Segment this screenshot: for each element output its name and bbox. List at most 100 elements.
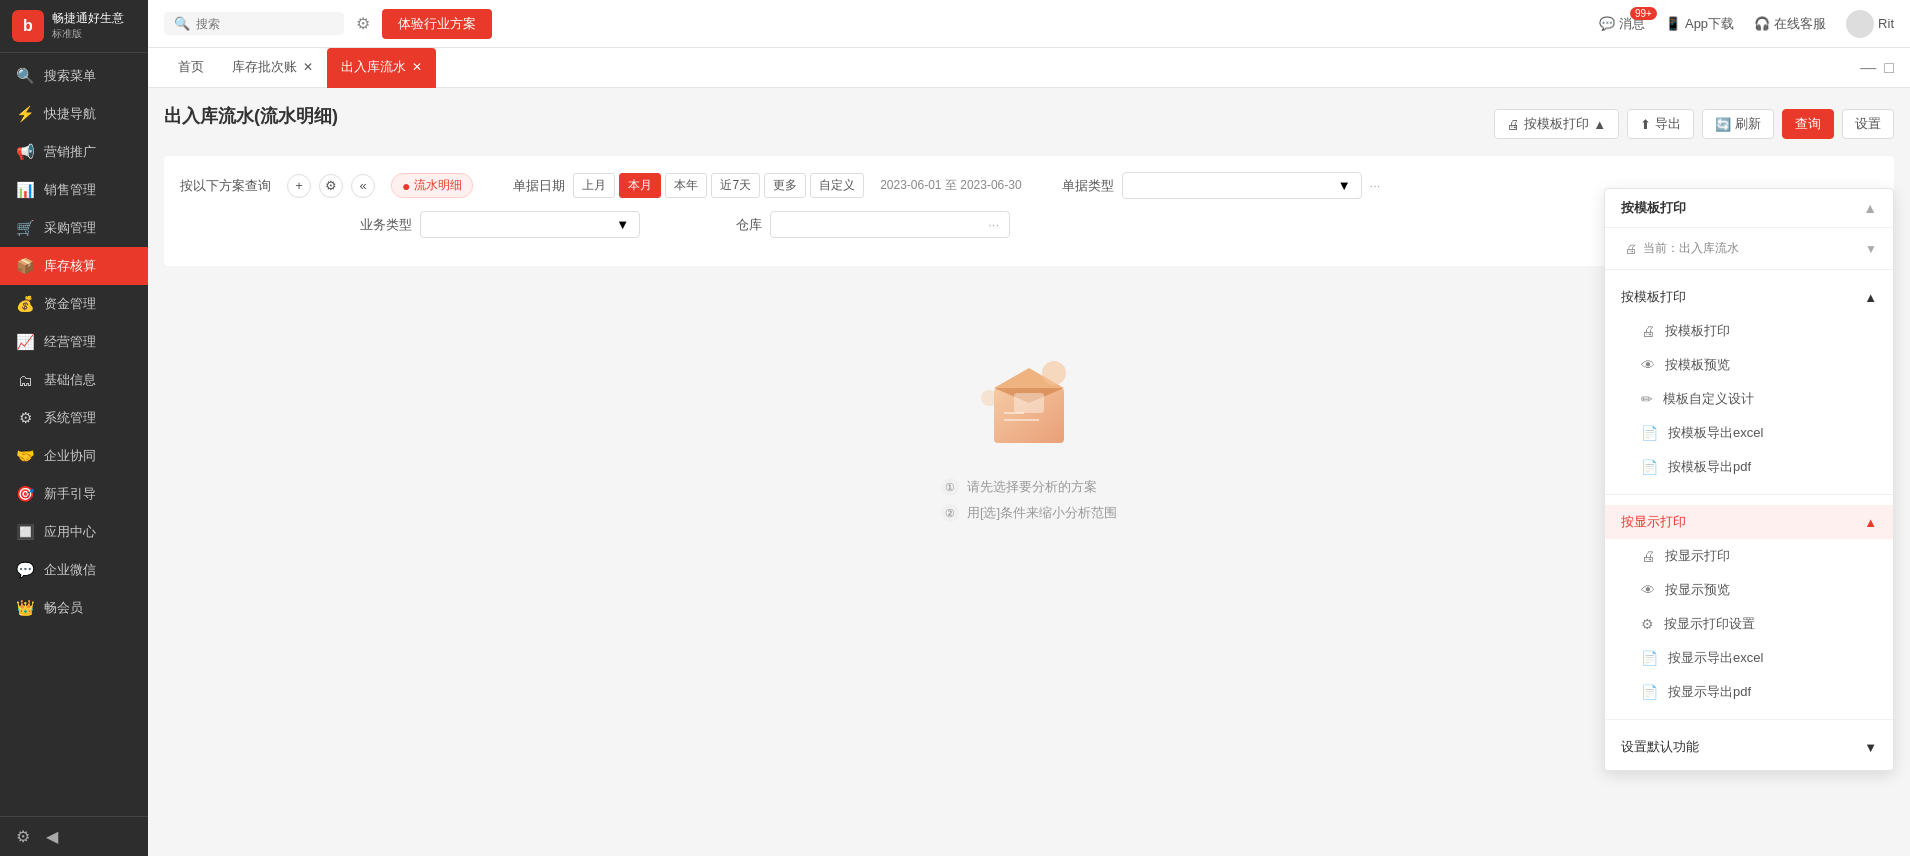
tab-expand-button[interactable]: □ — [1884, 59, 1894, 77]
filter-actions: + ⚙ « — [287, 174, 375, 198]
empty-tips: ① 请先选择要分析的方案 ② 用[选]条件来缩小分析范围 — [941, 478, 1117, 522]
dropdown-header: 按模板打印 ▲ — [1605, 189, 1893, 228]
user-profile[interactable]: Rit — [1846, 10, 1894, 38]
dropdown-up-icon[interactable]: ▲ — [1863, 200, 1877, 216]
warehouse-select[interactable]: ··· — [770, 211, 1010, 238]
dropdown-item-display-print[interactable]: 🖨 按显示打印 — [1605, 539, 1893, 573]
tabs-right-actions: — □ — [1860, 59, 1894, 77]
app-download-button[interactable]: 📱 App下载 — [1665, 15, 1734, 33]
sidebar-item-quick-nav[interactable]: ⚡ 快捷导航 — [0, 95, 148, 133]
display-excel-icon: 📄 — [1641, 650, 1658, 666]
dropdown-item-display-excel[interactable]: 📄 按显示导出excel — [1605, 641, 1893, 675]
message-button[interactable]: 💬 消息 99+ — [1599, 15, 1645, 33]
tab-home-label: 首页 — [178, 58, 204, 76]
tab-flow[interactable]: 出入库流水 ✕ — [327, 48, 436, 88]
dropdown-item-template-pdf[interactable]: 📄 按模板导出pdf — [1605, 450, 1893, 484]
sidebar-logo: b 畅捷通好生意 标准版 — [0, 0, 148, 53]
filter-add-button[interactable]: + — [287, 174, 311, 198]
tab-batch-account-close[interactable]: ✕ — [303, 60, 313, 74]
tab-batch-account[interactable]: 库存批次账 ✕ — [218, 48, 327, 88]
divider-1 — [1605, 269, 1893, 270]
print-chevron-icon: ▲ — [1593, 117, 1606, 132]
sidebar-item-collab[interactable]: 🤝 企业协同 — [0, 437, 148, 475]
dropdown-item-template-print[interactable]: 🖨 按模板打印 — [1605, 314, 1893, 348]
dropdown-item-template-design[interactable]: ✏ 模板自定义设计 — [1605, 382, 1893, 416]
online-service-button[interactable]: 🎧 在线客服 — [1754, 15, 1826, 33]
empty-tip-1: ① 请先选择要分析的方案 — [941, 478, 1117, 496]
sidebar-item-label: 营销推广 — [44, 143, 96, 161]
date-btn-7days[interactable]: 近7天 — [711, 173, 760, 198]
sidebar: b 畅捷通好生意 标准版 🔍 搜索菜单 ⚡ 快捷导航 📢 营销推广 📊 销售管理… — [0, 0, 148, 856]
message-icon: 💬 — [1599, 16, 1615, 31]
refresh-button[interactable]: 🔄 刷新 — [1702, 109, 1774, 139]
topbar-search-icon: 🔍 — [174, 16, 190, 31]
settings-bottom-icon[interactable]: ⚙ — [16, 827, 30, 846]
topbar-gear-icon[interactable]: ⚙ — [356, 14, 370, 33]
business-type-group: 业务类型 ▼ — [360, 211, 640, 238]
filter-tag[interactable]: ● 流水明细 — [391, 173, 473, 198]
default-section-header[interactable]: 设置默认功能 ▼ — [1605, 730, 1893, 764]
query-button[interactable]: 查询 — [1782, 109, 1834, 139]
date-btn-this-month[interactable]: 本月 — [619, 173, 661, 198]
username: Rit — [1878, 16, 1894, 31]
sidebar-item-search[interactable]: 🔍 搜索菜单 — [0, 57, 148, 95]
industry-solution-button[interactable]: 体验行业方案 — [382, 9, 492, 39]
date-btn-this-year[interactable]: 本年 — [665, 173, 707, 198]
sidebar-item-label: 应用中心 — [44, 523, 96, 541]
display-preview-label: 按显示预览 — [1665, 581, 1730, 599]
template-section-chevron: ▲ — [1864, 290, 1877, 305]
sidebar-item-marketing[interactable]: 📢 营销推广 — [0, 133, 148, 171]
sidebar-item-guide[interactable]: 🎯 新手引导 — [0, 475, 148, 513]
tab-flow-close[interactable]: ✕ — [412, 60, 422, 74]
filter-collapse-button[interactable]: « — [351, 174, 375, 198]
dropdown-item-display-settings[interactable]: ⚙ 按显示打印设置 — [1605, 607, 1893, 641]
tab-minimize-button[interactable]: — — [1860, 59, 1876, 77]
sidebar-item-app-center[interactable]: 🔲 应用中心 — [0, 513, 148, 551]
sidebar-item-wechat[interactable]: 💬 企业微信 — [0, 551, 148, 589]
business-type-select[interactable]: ▼ — [420, 211, 640, 238]
collapse-sidebar-icon[interactable]: ◀ — [46, 827, 58, 846]
sidebar-item-finance[interactable]: 💰 资金管理 — [0, 285, 148, 323]
sidebar-item-sales[interactable]: 📊 销售管理 — [0, 171, 148, 209]
sidebar-item-inventory[interactable]: 📦 库存核算 — [0, 247, 148, 285]
dropdown-item-template-preview[interactable]: 👁 按模板预览 — [1605, 348, 1893, 382]
warehouse-more-icon[interactable]: ··· — [988, 217, 999, 232]
finance-icon: 💰 — [16, 295, 34, 313]
search-input[interactable] — [196, 17, 316, 31]
sidebar-item-vip[interactable]: 👑 畅会员 — [0, 589, 148, 627]
divider-2 — [1605, 494, 1893, 495]
tab-home[interactable]: 首页 — [164, 48, 218, 88]
date-btn-last-month[interactable]: 上月 — [573, 173, 615, 198]
template-print-label: 按模板打印 — [1665, 322, 1730, 340]
doc-type-select[interactable]: ▼ — [1122, 172, 1362, 199]
date-btn-custom[interactable]: 自定义 — [810, 173, 864, 198]
settings-button[interactable]: 设置 — [1842, 109, 1894, 139]
main-content: 🔍 ⚙ 体验行业方案 💬 消息 99+ 📱 App下载 🎧 在线客服 Rit — [148, 0, 1910, 856]
export-button[interactable]: ⬆ 导出 — [1627, 109, 1694, 139]
app-edition: 标准版 — [52, 27, 124, 41]
dropdown-item-template-excel[interactable]: 📄 按模板导出excel — [1605, 416, 1893, 450]
logo-char: b — [23, 17, 33, 35]
sidebar-item-purchase[interactable]: 🛒 采购管理 — [0, 209, 148, 247]
filter-settings-button[interactable]: ⚙ — [319, 174, 343, 198]
display-section-header[interactable]: 按显示打印 ▲ — [1605, 505, 1893, 539]
print-template-button[interactable]: 🖨 按模板打印 ▲ — [1494, 109, 1619, 139]
display-settings-label: 按显示打印设置 — [1664, 615, 1755, 633]
business-type-label: 业务类型 — [360, 216, 412, 234]
print-icon: 🖨 — [1507, 117, 1520, 132]
sidebar-item-operations[interactable]: 📈 经营管理 — [0, 323, 148, 361]
topbar: 🔍 ⚙ 体验行业方案 💬 消息 99+ 📱 App下载 🎧 在线客服 Rit — [148, 0, 1910, 48]
current-template-icon: 🖨 — [1625, 242, 1637, 256]
dropdown-item-display-pdf[interactable]: 📄 按显示导出pdf — [1605, 675, 1893, 709]
dropdown-item-display-preview[interactable]: 👁 按显示预览 — [1605, 573, 1893, 607]
topbar-search-box[interactable]: 🔍 — [164, 12, 344, 35]
sidebar-item-label: 畅会员 — [44, 599, 83, 617]
sidebar-item-basic[interactable]: 🗂 基础信息 — [0, 361, 148, 399]
date-btn-more[interactable]: 更多 — [764, 173, 806, 198]
sidebar-item-label: 库存核算 — [44, 257, 96, 275]
doc-type-more-icon[interactable]: ··· — [1370, 178, 1381, 193]
current-template-text: 当前：出入库流水 — [1643, 240, 1739, 257]
template-section-header[interactable]: 按模板打印 ▲ — [1605, 280, 1893, 314]
sidebar-item-system[interactable]: ⚙ 系统管理 — [0, 399, 148, 437]
export-icon: ⬆ — [1640, 117, 1651, 132]
